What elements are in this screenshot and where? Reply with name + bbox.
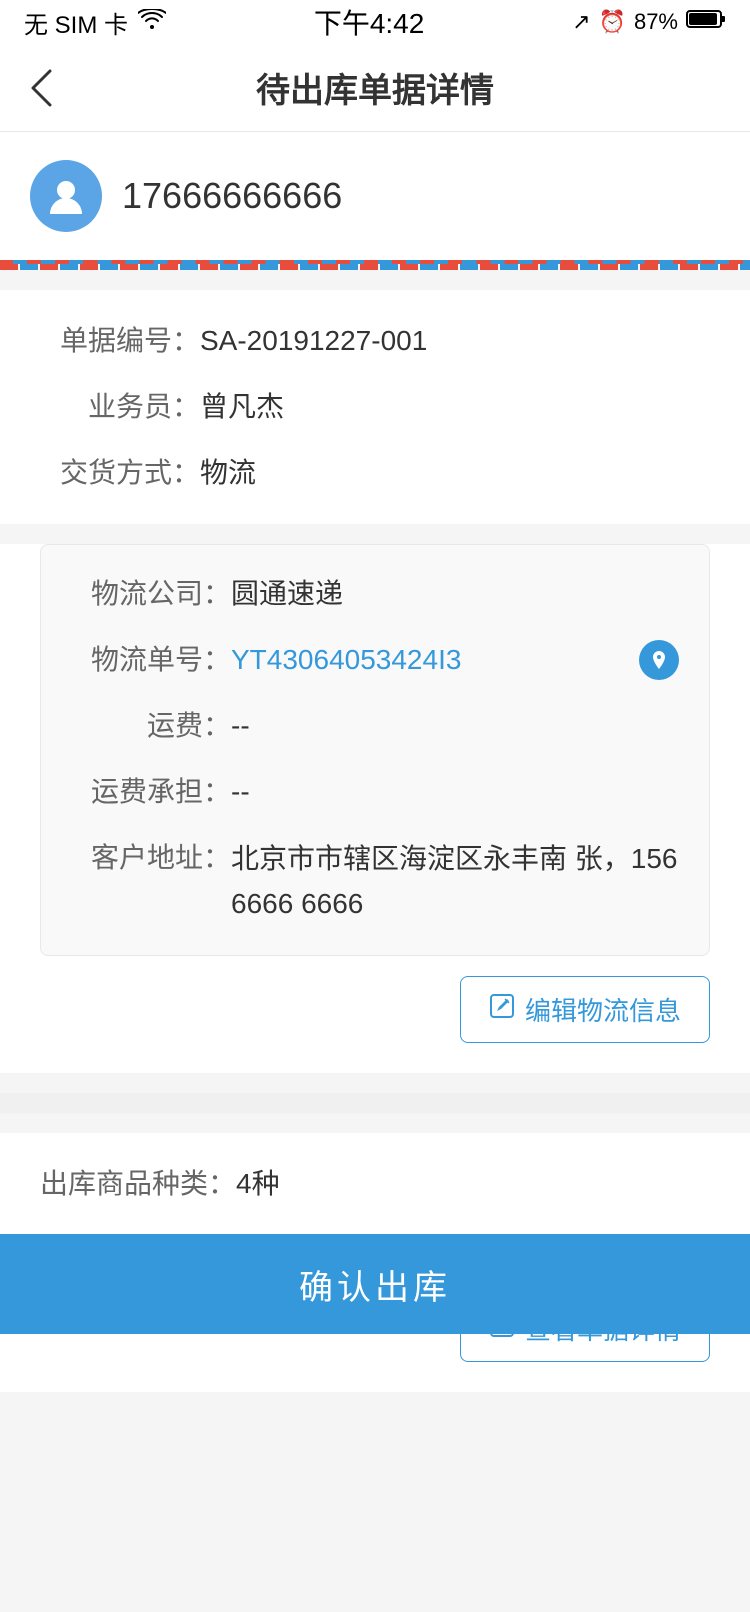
logistics-section: 物流公司： 圆通速递 物流单号： YT43064053424I3 运费： -- … <box>0 544 750 1073</box>
battery-text: 87% <box>634 9 678 35</box>
edit-logistics-button[interactable]: 编辑物流信息 <box>460 976 710 1043</box>
salesman-label: 业务员： <box>40 386 200 428</box>
status-right: ↗ ⏰ 87% <box>572 8 726 37</box>
delivery-value: 物流 <box>200 452 710 494</box>
order-no-value: SA-20191227-001 <box>200 320 710 362</box>
status-left: 无 SIM 卡 <box>24 5 166 40</box>
logistics-box: 物流公司： 圆通速递 物流单号： YT43064053424I3 运费： -- … <box>40 544 710 956</box>
edit-icon <box>489 993 515 1026</box>
delivery-label: 交货方式： <box>40 452 200 494</box>
delivery-row: 交货方式： 物流 <box>40 452 710 494</box>
freight-bear-row: 运费承担： -- <box>71 771 679 813</box>
customer-phone: 17666666666 <box>122 175 342 217</box>
back-button[interactable] <box>30 69 52 107</box>
battery-icon <box>686 8 726 37</box>
freight-bear-label: 运费承担： <box>71 771 231 813</box>
salesman-value: 曾凡杰 <box>200 386 710 428</box>
nav-bar: 待出库单据详情 <box>0 44 750 132</box>
tracking-value: YT43064053424I3 <box>231 639 625 681</box>
page-title: 待出库单据详情 <box>256 63 494 112</box>
bottom-spacer <box>0 1412 750 1612</box>
location-arrow-icon: ↗ <box>572 9 590 35</box>
order-no-row: 单据编号： SA-20191227-001 <box>40 320 710 362</box>
order-no-label: 单据编号： <box>40 320 200 362</box>
alarm-icon: ⏰ <box>599 9 626 35</box>
basic-info-section: 单据编号： SA-20191227-001 业务员： 曾凡杰 交货方式： 物流 <box>0 290 750 524</box>
location-icon[interactable] <box>639 640 679 680</box>
company-row: 物流公司： 圆通速递 <box>71 573 679 615</box>
type-row: 出库商品种类： 4种 <box>40 1163 710 1205</box>
confirm-btn-label: 确认出库 <box>299 1260 451 1309</box>
address-value: 北京市市辖区海淀区永丰南 张，156 6666 6666 <box>231 837 679 927</box>
company-value: 圆通速递 <box>231 573 679 615</box>
wifi-icon <box>138 8 166 36</box>
type-value: 4种 <box>236 1163 710 1205</box>
address-row: 客户地址： 北京市市辖区海淀区永丰南 张，156 6666 6666 <box>71 837 679 927</box>
edit-btn-label: 编辑物流信息 <box>525 991 681 1028</box>
time-display: 下午4:42 <box>314 2 425 42</box>
section-divider <box>0 1093 750 1113</box>
freight-row: 运费： -- <box>71 705 679 747</box>
avatar <box>30 160 102 232</box>
type-label: 出库商品种类： <box>40 1163 236 1205</box>
tracking-label: 物流单号： <box>71 639 231 681</box>
edit-btn-container: 编辑物流信息 <box>40 976 710 1043</box>
tracking-row: 物流单号： YT43064053424I3 <box>71 639 679 681</box>
address-label: 客户地址： <box>71 837 231 879</box>
dashed-separator <box>0 264 750 270</box>
status-bar: 无 SIM 卡 下午4:42 ↗ ⏰ 87% <box>0 0 750 44</box>
salesman-row: 业务员： 曾凡杰 <box>40 386 710 428</box>
customer-header: 17666666666 <box>0 132 750 264</box>
confirm-btn-bar[interactable]: 确认出库 <box>0 1234 750 1334</box>
freight-value: -- <box>231 705 679 747</box>
carrier-text: 无 SIM 卡 <box>24 5 128 40</box>
company-label: 物流公司： <box>71 573 231 615</box>
freight-bear-value: -- <box>231 771 679 813</box>
freight-label: 运费： <box>71 705 231 747</box>
